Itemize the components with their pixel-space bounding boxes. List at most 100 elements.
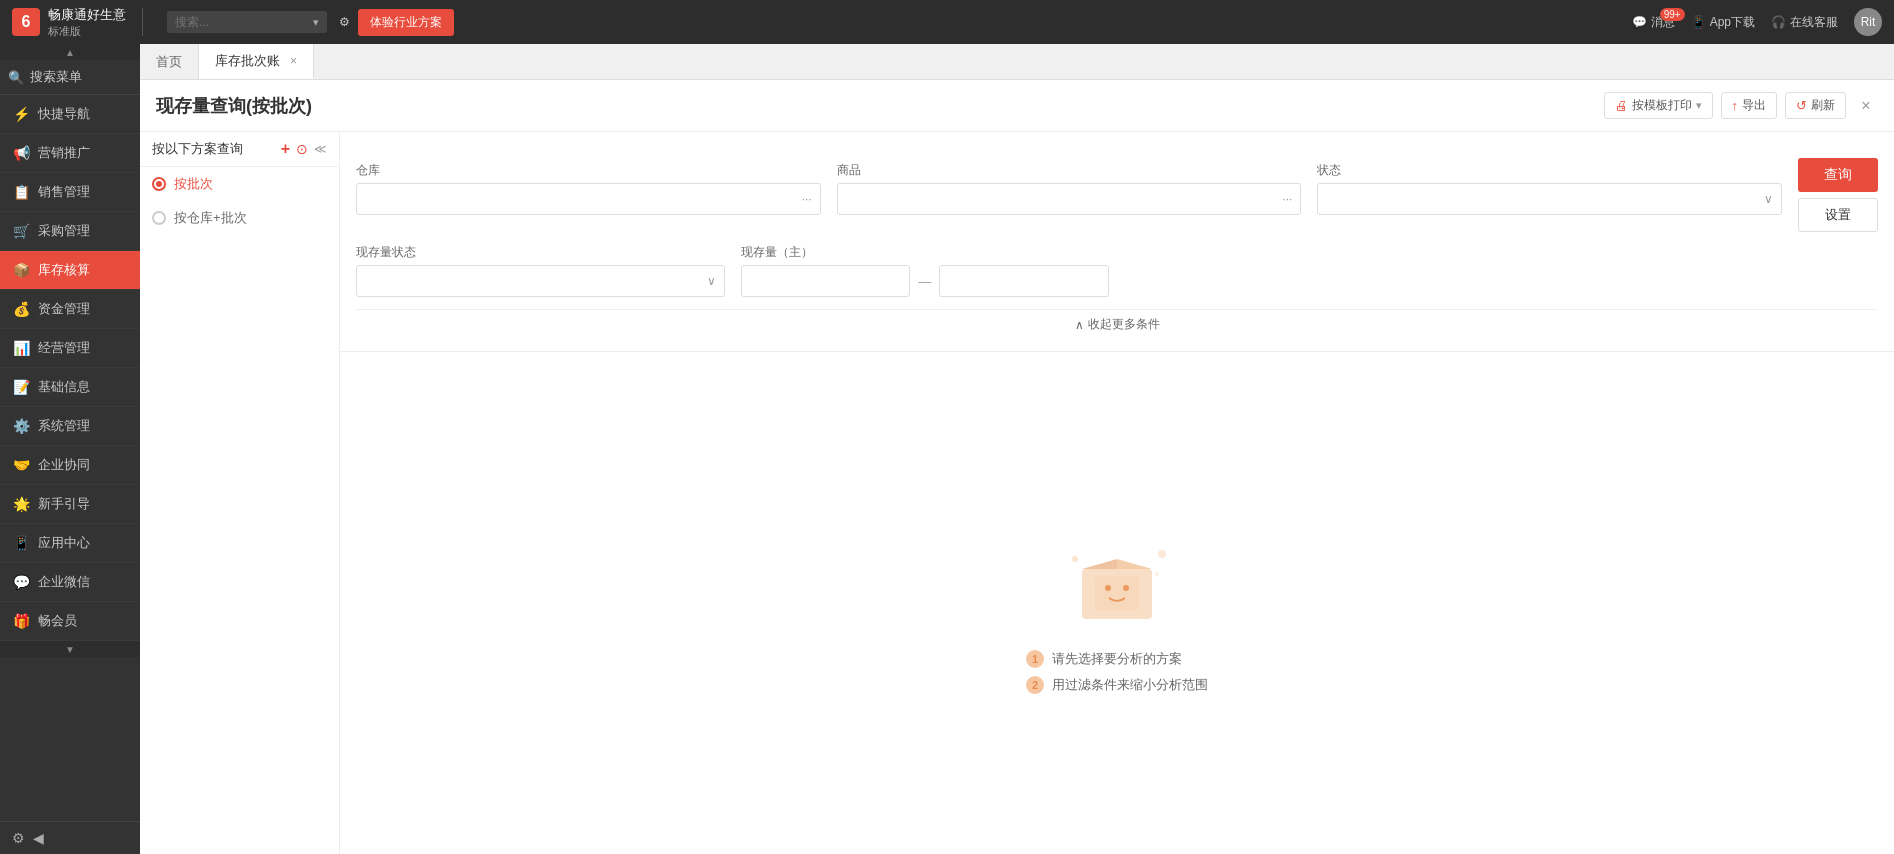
top-bar-right: 💬 消息 99+ 📱 App下载 🎧 在线客服 Rit (1632, 8, 1882, 36)
filter-row-2: 现存量状态 ∨ 现存量（主） (356, 244, 1878, 297)
messages-badge: 99+ (1660, 8, 1685, 21)
sidebar-item-finance[interactable]: 💰 资金管理 (0, 290, 140, 329)
settings-button[interactable]: 设置 (1798, 198, 1878, 232)
top-search-input[interactable] (167, 11, 327, 33)
query-button[interactable]: 查询 (1798, 158, 1878, 192)
print-template-btn[interactable]: 🖨 按模板打印 ▾ (1604, 92, 1713, 119)
collapse-icon: ∧ (1075, 318, 1084, 332)
export-btn[interactable]: ↑ 导出 (1721, 92, 1778, 119)
sidebar-settings-icon[interactable]: ⚙ (12, 830, 25, 846)
sidebar-item-inventory[interactable]: 📦 库存核算 (0, 251, 140, 290)
current-qty-max-input[interactable] (939, 265, 1109, 297)
tab-home[interactable]: 首页 (140, 44, 199, 79)
range-dash: — (918, 274, 931, 289)
export-icon: ↑ (1732, 98, 1739, 113)
sidebar-search[interactable]: 🔍 搜索菜单 (0, 60, 140, 95)
right-panel: 仓库 ··· 商品 ··· (340, 132, 1894, 854)
empty-text-group: 1 请先选择要分析的方案 2 用过滤条件来缩小分析范围 (1026, 650, 1208, 694)
page-title: 现存量查询(按批次) (156, 94, 312, 118)
online-support-btn[interactable]: 🎧 在线客服 (1771, 14, 1838, 31)
manage-scheme-icon[interactable]: ⊙ (296, 141, 308, 157)
warehouse-input[interactable]: ··· (356, 183, 821, 215)
sidebar-item-enterprise-wechat[interactable]: 💬 企业微信 (0, 563, 140, 602)
new-guide-icon: 🌟 (12, 495, 30, 513)
sidebar-item-purchase[interactable]: 🛒 采购管理 (0, 212, 140, 251)
inventory-status-field: 现存量状态 ∨ (356, 244, 725, 297)
scheme-by-warehouse-batch[interactable]: 按仓库+批次 (140, 201, 339, 235)
add-scheme-icon[interactable]: + (281, 140, 290, 158)
sidebar-bottom: ⚙ ◀ (0, 821, 140, 854)
app-download-btn[interactable]: 📱 App下载 (1691, 14, 1755, 31)
sidebar-item-member[interactable]: 🎁 畅会员 (0, 602, 140, 641)
svg-rect-1 (1095, 576, 1139, 610)
status-field: 状态 ∨ (1317, 162, 1782, 215)
step-1-badge: 1 (1026, 650, 1044, 668)
experience-btn[interactable]: 体验行业方案 (358, 9, 454, 36)
svg-point-6 (1155, 572, 1159, 576)
product-field: 商品 ··· (837, 162, 1302, 215)
sidebar-item-basic-info[interactable]: 📝 基础信息 (0, 368, 140, 407)
main-layout: ▲ 🔍 搜索菜单 ⚡ 快捷导航 📢 营销推广 📋 销售管理 🛒 采购管理 📦 库… (0, 44, 1894, 854)
search-icon: 🔍 (8, 70, 24, 85)
gear-icon: ⚙ (339, 15, 350, 29)
left-panel-header-icons: + ⊙ ≪ (281, 140, 327, 158)
empty-illustration (1057, 514, 1177, 634)
sidebar-item-quick-nav[interactable]: ⚡ 快捷导航 (0, 95, 140, 134)
status-arrow-icon: ∨ (1764, 192, 1773, 206)
sidebar-scroll-down[interactable]: ▼ (0, 641, 140, 657)
purchase-icon: 🛒 (12, 222, 30, 240)
sidebar-item-marketing[interactable]: 📢 营销推广 (0, 134, 140, 173)
content-area: 首页 库存批次账 × 现存量查询(按批次) 🖨 按模板打印 ▾ ↑ (140, 44, 1894, 854)
tab-close-icon[interactable]: × (290, 54, 297, 68)
headset-icon: 🎧 (1771, 15, 1786, 29)
collapse-more-btn[interactable]: ∧ 收起更多条件 (356, 309, 1878, 339)
sidebar-item-system[interactable]: ⚙️ 系统管理 (0, 407, 140, 446)
app-logo: 6 (12, 8, 40, 36)
inventory-status-select[interactable]: ∨ (356, 265, 725, 297)
empty-step-2: 2 用过滤条件来缩小分析范围 (1026, 676, 1208, 694)
page-close-btn[interactable]: × (1854, 94, 1878, 118)
empty-state: 1 请先选择要分析的方案 2 用过滤条件来缩小分析范围 (340, 352, 1894, 854)
inventory-status-arrow: ∨ (707, 274, 716, 288)
product-input[interactable]: ··· (837, 183, 1302, 215)
current-qty-range: — (741, 265, 1110, 297)
left-panel-header: 按以下方案查询 + ⊙ ≪ (140, 132, 339, 167)
company-name: 畅康通好生意 (48, 6, 126, 24)
messages-btn[interactable]: 💬 消息 99+ (1632, 14, 1675, 31)
sidebar-item-new-guide[interactable]: 🌟 新手引导 (0, 485, 140, 524)
status-select[interactable]: ∨ (1317, 183, 1782, 215)
svg-point-3 (1123, 585, 1129, 591)
inventory-icon: 📦 (12, 261, 30, 279)
sidebar-collapse-icon[interactable]: ◀ (33, 830, 44, 846)
sidebar-item-operations[interactable]: 📊 经营管理 (0, 329, 140, 368)
filter-row-1: 仓库 ··· 商品 ··· (356, 144, 1878, 232)
filter-area: 仓库 ··· 商品 ··· (340, 132, 1894, 352)
scheme-radio-active (152, 177, 166, 191)
print-dropdown-icon: ▾ (1696, 99, 1702, 112)
page-header: 现存量查询(按批次) 🖨 按模板打印 ▾ ↑ 导出 ↺ 刷新 (140, 80, 1894, 132)
top-bar: 6 畅康通好生意 标准版 ▾ ⚙ 体验行业方案 💬 消息 99+ 📱 App下载… (0, 0, 1894, 44)
collapse-panel-icon[interactable]: ≪ (314, 142, 327, 156)
sidebar-item-enterprise[interactable]: 🤝 企业协同 (0, 446, 140, 485)
scheme-radio-inactive (152, 211, 166, 225)
settings-btn[interactable]: ⚙ (339, 15, 350, 29)
refresh-btn[interactable]: ↺ 刷新 (1785, 92, 1846, 119)
finance-icon: 💰 (12, 300, 30, 318)
product-more-icon[interactable]: ··· (1282, 192, 1292, 206)
enterprise-icon: 🤝 (12, 456, 30, 474)
search-dropdown-icon: ▾ (313, 16, 319, 29)
sidebar-scroll-up[interactable]: ▲ (0, 44, 140, 60)
tab-inventory-batch[interactable]: 库存批次账 × (199, 44, 314, 79)
svg-point-5 (1158, 550, 1166, 558)
sidebar-item-app-center[interactable]: 📱 应用中心 (0, 524, 140, 563)
warehouse-more-icon[interactable]: ··· (802, 192, 812, 206)
user-avatar[interactable]: Rit (1854, 8, 1882, 36)
sidebar-item-sales[interactable]: 📋 销售管理 (0, 173, 140, 212)
operations-icon: 📊 (12, 339, 30, 357)
scheme-by-batch[interactable]: 按批次 (140, 167, 339, 201)
scroll-down-icon: ▼ (65, 644, 75, 655)
sales-icon: 📋 (12, 183, 30, 201)
current-qty-min-input[interactable] (741, 265, 911, 297)
scroll-up-icon: ▲ (65, 47, 75, 58)
message-icon: 💬 (1632, 15, 1647, 29)
